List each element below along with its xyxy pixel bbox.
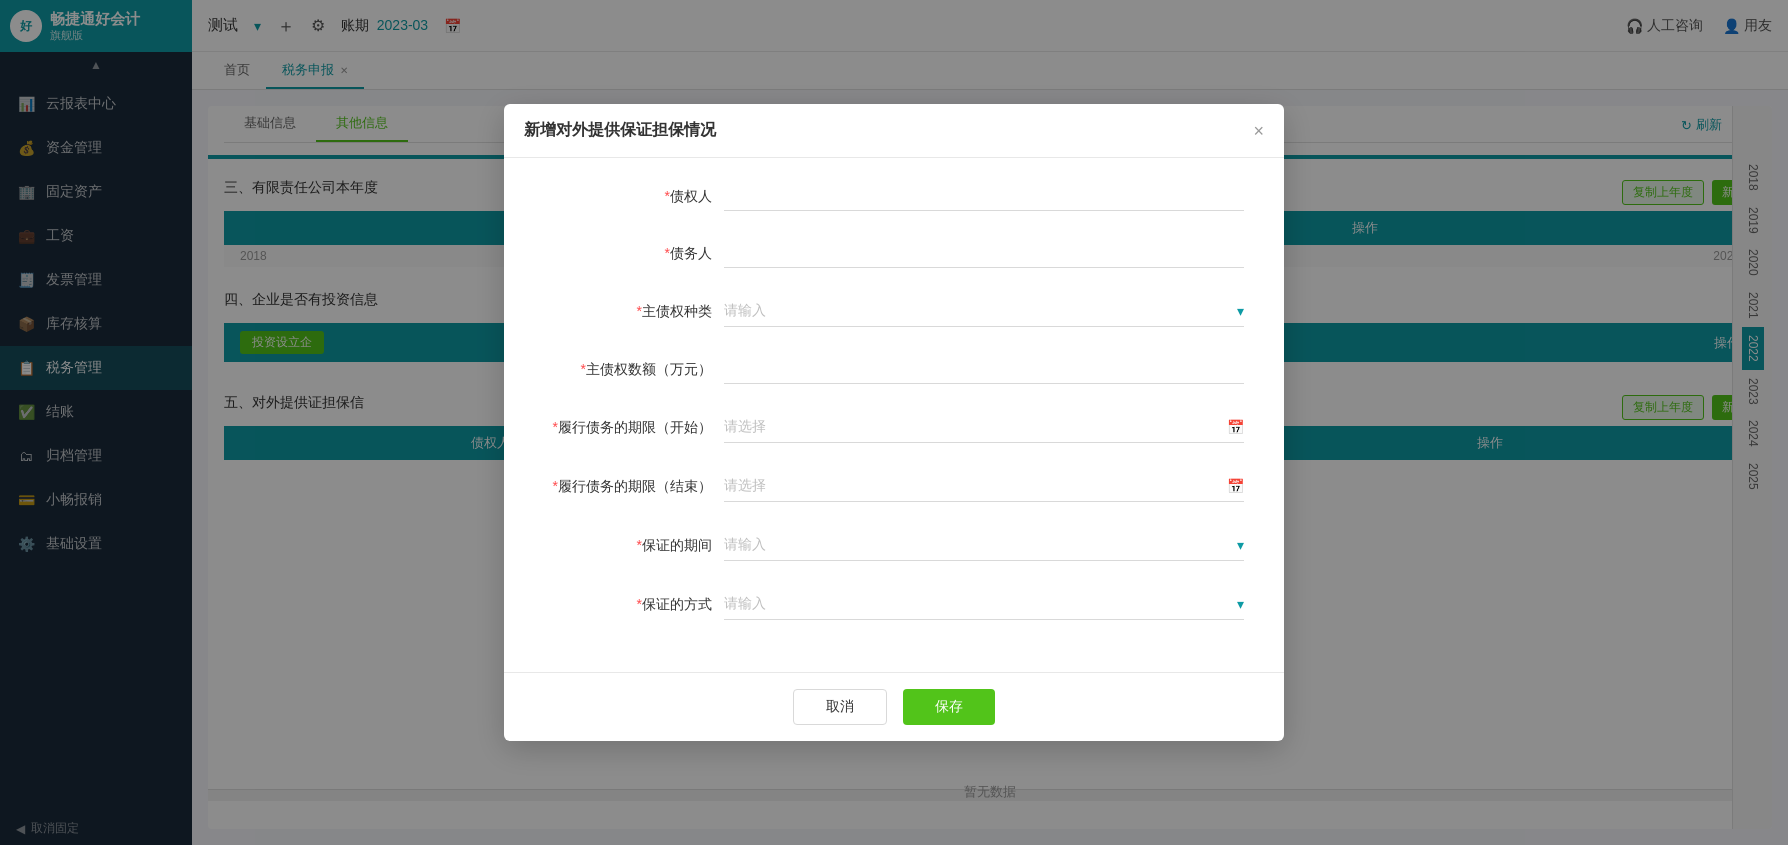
label-creditor: *债权人 <box>544 188 724 206</box>
control-claim_amount <box>724 355 1244 384</box>
required-star: * <box>637 303 642 319</box>
calendar-icon-period_start: 📅 <box>1227 419 1244 435</box>
select-placeholder-guarantee_method: 请输入 <box>724 595 766 613</box>
calendar-icon-period_end: 📅 <box>1227 478 1244 494</box>
label-guarantee_period: *保证的期间 <box>544 537 724 555</box>
label-period_start: *履行债务的期限（开始） <box>544 419 724 437</box>
form-row-period_start: *履行债务的期限（开始） 请选择 📅 <box>544 412 1244 443</box>
label-period_end: *履行债务的期限（结束） <box>544 478 724 496</box>
date-placeholder-period_start: 请选择 <box>724 418 766 436</box>
required-star: * <box>637 537 642 553</box>
date-period_start[interactable]: 请选择 📅 <box>724 412 1244 443</box>
required-star: * <box>553 478 558 494</box>
select-guarantee_period[interactable]: 请输入 ▾ <box>724 530 1244 561</box>
form-row-claim_type: *主债权种类 请输入 ▾ <box>544 296 1244 327</box>
required-star: * <box>581 361 586 377</box>
modal: 新增对外提供保证担保情况 × *债权人 *债务人 *主债权种类 请输入 ▾ *主债权… <box>504 104 1284 741</box>
modal-title: 新增对外提供保证担保情况 <box>524 120 716 141</box>
input-claim_amount[interactable] <box>724 355 1244 384</box>
modal-overlay[interactable]: 新增对外提供保证担保情况 × *债权人 *债务人 *主债权种类 请输入 ▾ *主债权… <box>0 0 1788 845</box>
date-placeholder-period_end: 请选择 <box>724 477 766 495</box>
select-placeholder-guarantee_period: 请输入 <box>724 536 766 554</box>
required-star: * <box>553 419 558 435</box>
required-star: * <box>665 245 670 261</box>
save-button[interactable]: 保存 <box>903 689 995 725</box>
label-claim_amount: *主债权数额（万元） <box>544 361 724 379</box>
modal-body: *债权人 *债务人 *主债权种类 请输入 ▾ *主债权数额（万元） *履行债务的期限（… <box>504 158 1284 672</box>
control-creditor <box>724 182 1244 211</box>
chevron-down-icon: ▾ <box>1237 596 1244 612</box>
control-period_start: 请选择 📅 <box>724 412 1244 443</box>
select-guarantee_method[interactable]: 请输入 ▾ <box>724 589 1244 620</box>
form-row-guarantee_method: *保证的方式 请输入 ▾ <box>544 589 1244 620</box>
form-row-debtor: *债务人 <box>544 239 1244 268</box>
control-claim_type: 请输入 ▾ <box>724 296 1244 327</box>
input-creditor[interactable] <box>724 182 1244 211</box>
select-claim_type[interactable]: 请输入 ▾ <box>724 296 1244 327</box>
date-period_end[interactable]: 请选择 📅 <box>724 471 1244 502</box>
cancel-button[interactable]: 取消 <box>793 689 887 725</box>
modal-header: 新增对外提供保证担保情况 × <box>504 104 1284 158</box>
form-row-claim_amount: *主债权数额（万元） <box>544 355 1244 384</box>
select-placeholder-claim_type: 请输入 <box>724 302 766 320</box>
required-star: * <box>665 188 670 204</box>
control-debtor <box>724 239 1244 268</box>
form-row-guarantee_period: *保证的期间 请输入 ▾ <box>544 530 1244 561</box>
label-guarantee_method: *保证的方式 <box>544 596 724 614</box>
chevron-down-icon: ▾ <box>1237 303 1244 319</box>
form-row-period_end: *履行债务的期限（结束） 请选择 📅 <box>544 471 1244 502</box>
modal-footer: 取消 保存 <box>504 672 1284 741</box>
label-debtor: *债务人 <box>544 245 724 263</box>
chevron-down-icon: ▾ <box>1237 537 1244 553</box>
input-debtor[interactable] <box>724 239 1244 268</box>
required-star: * <box>637 596 642 612</box>
modal-close-btn[interactable]: × <box>1253 122 1264 140</box>
form-row-creditor: *债权人 <box>544 182 1244 211</box>
control-period_end: 请选择 📅 <box>724 471 1244 502</box>
control-guarantee_method: 请输入 ▾ <box>724 589 1244 620</box>
control-guarantee_period: 请输入 ▾ <box>724 530 1244 561</box>
label-claim_type: *主债权种类 <box>544 303 724 321</box>
